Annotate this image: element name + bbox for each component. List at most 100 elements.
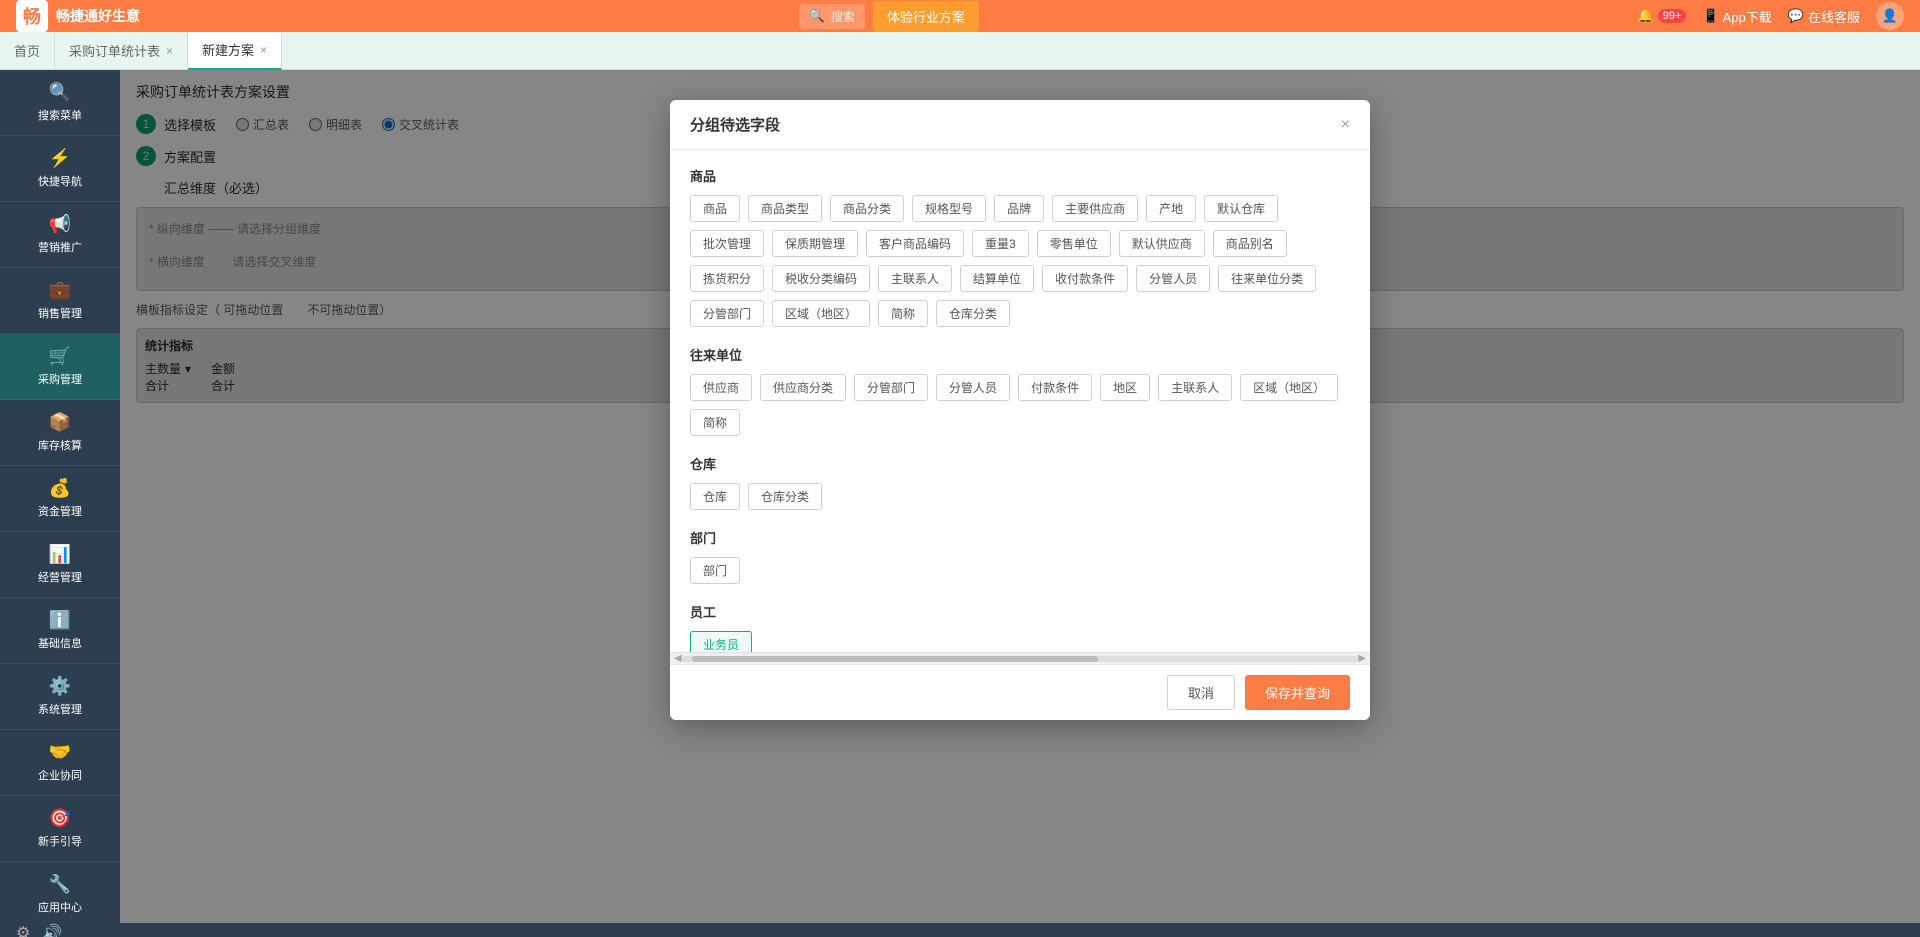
field-chip-0-7[interactable]: 默认仓库 xyxy=(1204,195,1278,222)
field-chip-0-23[interactable]: 区域（地区） xyxy=(772,300,870,327)
tab-purchase-label: 采购订单统计表 xyxy=(69,41,160,60)
field-chip-2-1[interactable]: 仓库分类 xyxy=(748,483,822,510)
tab-new-plan[interactable]: 新建方案 × xyxy=(188,32,282,70)
modal-close-btn[interactable]: × xyxy=(1341,116,1350,134)
cancel-btn[interactable]: 取消 xyxy=(1167,675,1235,710)
field-chip-0-4[interactable]: 品牌 xyxy=(994,195,1044,222)
sidebar-icon-7: 📊 xyxy=(49,544,71,565)
sidebar-icon-4: 🛒 xyxy=(49,346,71,367)
audio-icon[interactable]: 🔊 xyxy=(42,923,62,937)
field-chip-3-0[interactable]: 部门 xyxy=(690,557,740,584)
main-layout: 🔍搜索菜单⚡快捷导航📢营销推广💼销售管理🛒采购管理📦库存核算💰资金管理 📊 经营管理… xyxy=(0,70,1920,923)
logo-text: 畅捷通好生意 xyxy=(56,6,140,26)
field-chip-0-3[interactable]: 规格型号 xyxy=(912,195,986,222)
sidebar-label-9: 系统管理 xyxy=(38,701,82,717)
field-chip-0-17[interactable]: 主联系人 xyxy=(878,265,952,292)
field-chip-0-18[interactable]: 结算单位 xyxy=(960,265,1034,292)
tab-purchase-close[interactable]: × xyxy=(166,44,173,58)
field-chips-0: 商品商品类型商品分类规格型号品牌主要供应商产地默认仓库批次管理保质期管理客户商品… xyxy=(690,195,1350,327)
tab-home-label: 首页 xyxy=(14,41,40,60)
sidebar-item-8[interactable]: ℹ️基础信息 xyxy=(0,598,120,664)
tab-new-plan-close[interactable]: × xyxy=(260,43,267,57)
app-download[interactable]: 📱 App下载 xyxy=(1702,7,1771,26)
sidebar-item-11[interactable]: 🎯新手引导 xyxy=(0,796,120,862)
hscroll-left[interactable]: ◀ xyxy=(674,653,682,664)
sidebar-item-4[interactable]: 🛒采购管理 xyxy=(0,334,120,400)
sidebar-icon-0: 🔍 xyxy=(49,82,71,103)
tab-new-plan-label: 新建方案 xyxy=(202,40,254,59)
field-chip-0-2[interactable]: 商品分类 xyxy=(830,195,904,222)
sidebar-icon-12: 🔧 xyxy=(49,874,71,895)
field-chip-2-0[interactable]: 仓库 xyxy=(690,483,740,510)
field-chip-4-0[interactable]: 业务员 xyxy=(690,631,752,652)
field-chip-1-2[interactable]: 分管部门 xyxy=(854,374,928,401)
field-chip-0-1[interactable]: 商品类型 xyxy=(748,195,822,222)
sidebar-label-5: 库存核算 xyxy=(38,437,82,453)
field-section-1: 往来单位供应商供应商分类分管部门分管人员付款条件地区主联系人区域（地区）简称 xyxy=(690,345,1350,436)
settings-icon[interactable]: ⚙ xyxy=(16,923,30,937)
field-chip-1-0[interactable]: 供应商 xyxy=(690,374,752,401)
field-chip-0-19[interactable]: 收付款条件 xyxy=(1042,265,1128,292)
modal-hscroll[interactable]: ◀ ▶ xyxy=(670,652,1370,664)
field-chip-0-22[interactable]: 分管部门 xyxy=(690,300,764,327)
sidebar-item-7[interactable]: 📊 经营管理 xyxy=(0,532,120,598)
sidebar-item-0[interactable]: 🔍搜索菜单 xyxy=(0,70,120,136)
notification-area[interactable]: 🔔 99+ xyxy=(1638,8,1687,24)
sidebar-item-12[interactable]: 🔧应用中心 xyxy=(0,862,120,923)
field-section-3: 部门部门 xyxy=(690,528,1350,584)
field-section-2: 仓库仓库仓库分类 xyxy=(690,454,1350,510)
sidebar-item-3[interactable]: 💼销售管理 xyxy=(0,268,120,334)
field-chip-0-6[interactable]: 产地 xyxy=(1146,195,1196,222)
user-avatar[interactable]: 👤 xyxy=(1876,2,1904,30)
header-search-bar[interactable]: 🔍 搜索 xyxy=(799,4,865,29)
field-chip-1-8[interactable]: 简称 xyxy=(690,409,740,436)
main-content: 采购订单统计表方案设置 1 选择模板 汇总表 明细表 交叉统计表 xyxy=(120,70,1920,923)
sidebar-item-9[interactable]: ⚙️系统管理 xyxy=(0,664,120,730)
modal-header: 分组待选字段 × xyxy=(670,100,1370,150)
modal-body[interactable]: 商品商品商品类型商品分类规格型号品牌主要供应商产地默认仓库批次管理保质期管理客户… xyxy=(670,150,1370,652)
field-chip-1-5[interactable]: 地区 xyxy=(1100,374,1150,401)
sidebar-item-10[interactable]: 🤝企业协同 xyxy=(0,730,120,796)
sidebar-item-5[interactable]: 📦库存核算 xyxy=(0,400,120,466)
field-chip-0-9[interactable]: 保质期管理 xyxy=(772,230,858,257)
sidebar-item-2[interactable]: 📢营销推广 xyxy=(0,202,120,268)
logo-symbol: 畅 xyxy=(23,3,41,29)
field-chip-0-25[interactable]: 仓库分类 xyxy=(936,300,1010,327)
notification-icon: 🔔 xyxy=(1638,8,1654,24)
field-chip-1-6[interactable]: 主联系人 xyxy=(1158,374,1232,401)
sidebar-item-1[interactable]: ⚡快捷导航 xyxy=(0,136,120,202)
field-chip-1-4[interactable]: 付款条件 xyxy=(1018,374,1092,401)
sidebar-label-7: 经营管理 xyxy=(38,569,82,585)
field-chip-0-10[interactable]: 客户商品编码 xyxy=(866,230,964,257)
field-chip-0-16[interactable]: 税收分类编码 xyxy=(772,265,870,292)
experience-btn[interactable]: 体验行业方案 xyxy=(873,1,979,32)
field-chip-0-15[interactable]: 拣货积分 xyxy=(690,265,764,292)
field-chip-0-24[interactable]: 简称 xyxy=(878,300,928,327)
field-chip-1-1[interactable]: 供应商分类 xyxy=(760,374,846,401)
sidebar-label-8: 基础信息 xyxy=(38,635,82,651)
notification-badge: 99+ xyxy=(1658,9,1687,23)
section-title-0: 商品 xyxy=(690,166,1350,185)
confirm-btn[interactable]: 保存并查询 xyxy=(1245,675,1350,710)
hscroll-right[interactable]: ▶ xyxy=(1358,653,1366,664)
online-service[interactable]: 💬 在线客服 xyxy=(1788,7,1860,26)
header-right: 🔔 99+ 📱 App下载 💬 在线客服 👤 xyxy=(1638,2,1904,30)
field-chip-0-0[interactable]: 商品 xyxy=(690,195,740,222)
search-placeholder-text: 搜索 xyxy=(831,8,855,25)
tab-home[interactable]: 首页 xyxy=(0,32,55,70)
field-chip-0-14[interactable]: 商品别名 xyxy=(1213,230,1287,257)
field-chip-1-3[interactable]: 分管人员 xyxy=(936,374,1010,401)
sidebar-item-6[interactable]: 💰资金管理 xyxy=(0,466,120,532)
field-chip-0-21[interactable]: 往来单位分类 xyxy=(1218,265,1316,292)
field-chip-1-7[interactable]: 区域（地区） xyxy=(1240,374,1338,401)
tab-purchase-stats[interactable]: 采购订单统计表 × xyxy=(55,32,188,70)
field-chip-0-11[interactable]: 重量3 xyxy=(972,230,1029,257)
field-chip-0-20[interactable]: 分管人员 xyxy=(1136,265,1210,292)
field-chip-0-13[interactable]: 默认供应商 xyxy=(1119,230,1205,257)
field-chip-0-8[interactable]: 批次管理 xyxy=(690,230,764,257)
field-chip-0-5[interactable]: 主要供应商 xyxy=(1052,195,1138,222)
sidebar-icon-1: ⚡ xyxy=(49,148,71,169)
field-chip-0-12[interactable]: 零售单位 xyxy=(1037,230,1111,257)
sidebar-label-3: 销售管理 xyxy=(38,305,82,321)
sidebar: 🔍搜索菜单⚡快捷导航📢营销推广💼销售管理🛒采购管理📦库存核算💰资金管理 📊 经营管理… xyxy=(0,70,120,923)
